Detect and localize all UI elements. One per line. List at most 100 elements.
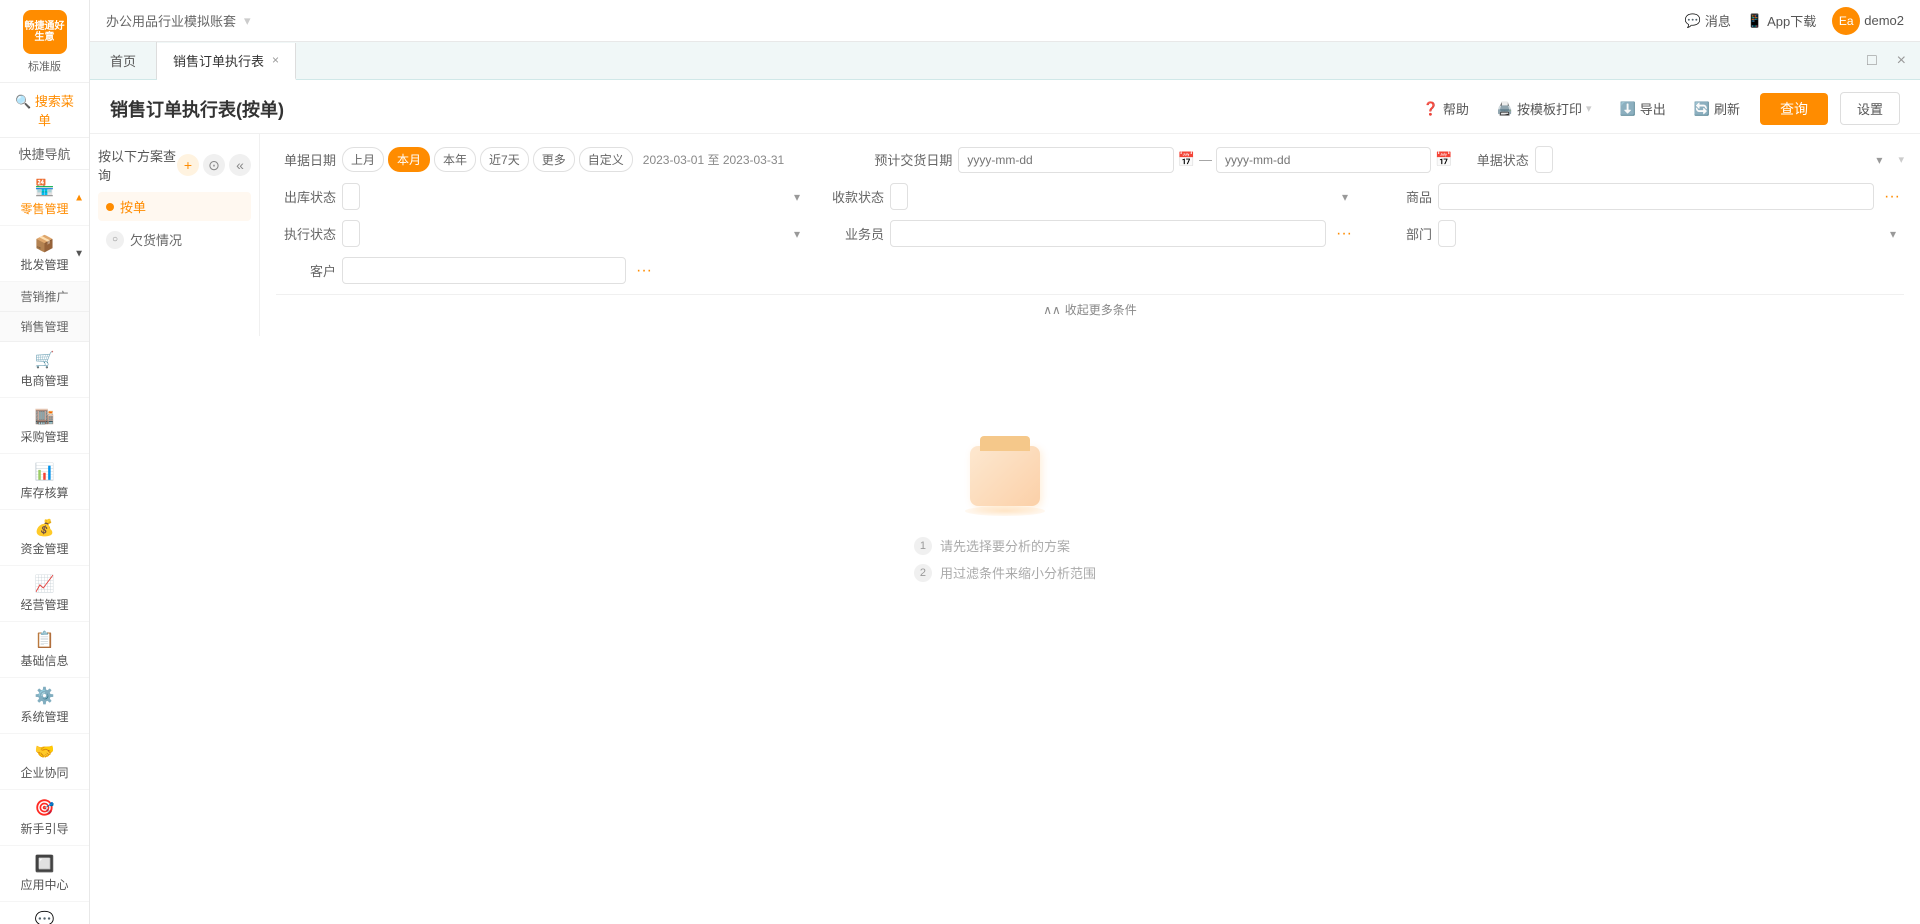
tab-home-label: 首页 bbox=[110, 51, 136, 70]
sidebar-item-inventory[interactable]: 📊 库存核算 bbox=[0, 454, 89, 510]
date-from-input[interactable] bbox=[958, 147, 1173, 173]
filter-row-4: 客户 ··· bbox=[276, 257, 1904, 284]
finance-icon: 💰 bbox=[35, 518, 55, 538]
newbie-icon: 🎯 bbox=[35, 798, 55, 818]
filter-collapse-btn[interactable]: ∧∧ 收起更多条件 bbox=[276, 294, 1904, 324]
app-download-btn[interactable]: 📱 App下载 bbox=[1747, 11, 1816, 30]
help-icon: ❓ bbox=[1423, 101, 1439, 117]
sidebar-item-newbie[interactable]: 🎯 新手引导 bbox=[0, 790, 89, 846]
header-breadcrumb-area: 办公用品行业模拟账套 ▾ bbox=[106, 11, 251, 30]
filter-tag-7days[interactable]: 近7天 bbox=[480, 147, 529, 172]
sidebar-item-marketing[interactable]: 营销推广 bbox=[0, 282, 89, 312]
tip-num-2: 2 bbox=[914, 564, 932, 582]
filter-tag-this-year[interactable]: 本年 bbox=[434, 147, 476, 172]
filter-settings-btn[interactable]: ⊙ bbox=[203, 154, 225, 176]
tip-num-1: 1 bbox=[914, 537, 932, 555]
filter-sidebar-header: 按以下方案查询 + ⊙ « bbox=[98, 146, 251, 184]
main-content: 办公用品行业模拟账套 ▾ 💬 消息 📱 App下载 Ea demo2 首页 bbox=[90, 0, 1920, 924]
filter-tag-more[interactable]: 更多 bbox=[533, 147, 575, 172]
salesperson-more-btn[interactable]: ··· bbox=[1332, 225, 1356, 243]
filter-group-predicted-date: 预计交货日期 📅 — 📅 bbox=[872, 147, 1452, 173]
settings-btn[interactable]: 设置 bbox=[1840, 92, 1900, 125]
sidebar-item-finance[interactable]: 💰 资金管理 bbox=[0, 510, 89, 566]
filter-plan-sub-item-backorder[interactable]: ○ 欠货情况 bbox=[98, 225, 251, 254]
sidebar-item-enterprise[interactable]: 🤝 企业协同 bbox=[0, 734, 89, 790]
sidebar-item-operations-label: 经营管理 bbox=[20, 596, 68, 613]
query-btn[interactable]: 查询 bbox=[1760, 93, 1828, 125]
message-btn[interactable]: 💬 消息 bbox=[1685, 11, 1731, 30]
template-print-label: 按模板打印 bbox=[1517, 99, 1582, 118]
goods-label: 商品 bbox=[1372, 187, 1432, 206]
status-label: 单据状态 bbox=[1469, 150, 1529, 169]
empty-tips: 1 请先选择要分析的方案 2 用过滤条件来缩小分析范围 bbox=[914, 536, 1096, 590]
app-logo-icon[interactable]: 畅捷通好生意 bbox=[23, 10, 67, 54]
help-btn[interactable]: ❓ 帮助 bbox=[1415, 95, 1477, 122]
retail-expand-icon: ▲ bbox=[74, 192, 84, 203]
tab-home[interactable]: 首页 bbox=[90, 42, 157, 79]
sidebar-item-system[interactable]: ⚙️ 系统管理 bbox=[0, 678, 89, 734]
status-select[interactable] bbox=[1535, 146, 1553, 173]
sidebar-quick-nav[interactable]: 快捷导航 bbox=[0, 138, 89, 170]
sidebar-search[interactable]: 🔍 搜索菜单 bbox=[0, 83, 89, 138]
sidebar-item-retail[interactable]: 🏪 零售管理 ▲ bbox=[0, 170, 89, 226]
breadcrumb-arrow[interactable]: ▾ bbox=[244, 13, 251, 29]
filter-tag-last-month[interactable]: 上月 bbox=[342, 147, 384, 172]
user-profile-btn[interactable]: Ea demo2 bbox=[1832, 7, 1904, 35]
filter-area: 按以下方案查询 + ⊙ « 按单 ○ 欠货情况 bbox=[90, 134, 1920, 336]
export-label: 导出 bbox=[1640, 99, 1666, 118]
filter-sidebar-header-actions: + ⊙ « bbox=[177, 154, 251, 176]
tab-close-btn[interactable]: × bbox=[272, 53, 279, 67]
sidebar-item-enterprise-label: 企业协同 bbox=[20, 764, 68, 781]
export-btn[interactable]: ⬇️ 导出 bbox=[1612, 95, 1674, 122]
filter-tag-this-month[interactable]: 本月 bbox=[388, 147, 430, 172]
refresh-btn[interactable]: 🔄 刷新 bbox=[1686, 95, 1748, 122]
payment-status-select[interactable] bbox=[890, 183, 908, 210]
exec-status-select[interactable] bbox=[342, 220, 360, 247]
filter-group-exec-status: 执行状态 bbox=[276, 220, 808, 247]
empty-state: 1 请先选择要分析的方案 2 用过滤条件来缩小分析范围 bbox=[90, 336, 1920, 670]
filter-date-tags: 上月 本月 本年 近7天 更多 自定义 bbox=[342, 147, 633, 172]
goods-input[interactable] bbox=[1438, 183, 1874, 210]
date-from-calendar-icon[interactable]: 📅 bbox=[1178, 151, 1195, 168]
tab-sales-order[interactable]: 销售订单执行表 × bbox=[157, 43, 296, 80]
sidebar-item-ecommerce[interactable]: 🛒 电商管理 bbox=[0, 342, 89, 398]
date-separator: — bbox=[1199, 152, 1212, 167]
filter-exec-status-wrapper bbox=[342, 220, 808, 247]
filter-sidebar-title: 按以下方案查询 bbox=[98, 146, 177, 184]
sidebar-item-purchase[interactable]: 🏬 采购管理 bbox=[0, 398, 89, 454]
sidebar-item-basics[interactable]: 📋 基础信息 bbox=[0, 622, 89, 678]
salesperson-input[interactable] bbox=[890, 220, 1326, 247]
date-to-calendar-icon[interactable]: 📅 bbox=[1435, 151, 1452, 168]
sidebar-item-inventory-label: 库存核算 bbox=[20, 484, 68, 501]
template-print-btn[interactable]: 🖨️ 按模板打印 ▾ bbox=[1489, 95, 1600, 122]
tab-expand-btn[interactable]: □ bbox=[1861, 50, 1883, 72]
dept-select[interactable] bbox=[1438, 220, 1456, 247]
filter-collapse-sidebar-btn[interactable]: « bbox=[229, 154, 251, 176]
customer-input[interactable] bbox=[342, 257, 626, 284]
payment-status-label: 收款状态 bbox=[824, 187, 884, 206]
out-status-select[interactable] bbox=[342, 183, 360, 210]
goods-more-btn[interactable]: ··· bbox=[1880, 188, 1904, 206]
sidebar-item-wholesale[interactable]: 📦 批发管理 ▼ bbox=[0, 226, 89, 282]
sidebar-item-operations[interactable]: 📈 经营管理 bbox=[0, 566, 89, 622]
tip-text-2: 用过滤条件来缩小分析范围 bbox=[940, 563, 1096, 582]
sidebar-item-enterprise-wechat[interactable]: 💬 企业微信 bbox=[0, 902, 89, 924]
collapse-icon: ∧∧ bbox=[1043, 303, 1061, 317]
app-center-icon: 🔲 bbox=[35, 854, 55, 874]
page-content: 销售订单执行表(按单) ❓ 帮助 🖨️ 按模板打印 ▾ ⬇️ 导出 bbox=[90, 80, 1920, 924]
purchase-icon: 🏬 bbox=[35, 406, 55, 426]
customer-more-btn[interactable]: ··· bbox=[632, 262, 656, 280]
date-to-input[interactable] bbox=[1216, 147, 1431, 173]
filter-plan-item-byorder[interactable]: 按单 bbox=[98, 192, 251, 221]
message-icon: 💬 bbox=[1685, 13, 1701, 29]
sidebar-item-app-center[interactable]: 🔲 应用中心 bbox=[0, 846, 89, 902]
retail-icon: 🏪 bbox=[35, 178, 55, 198]
collapse-label: 收起更多条件 bbox=[1065, 301, 1137, 318]
tab-close-all-btn[interactable]: × bbox=[1891, 50, 1912, 72]
sidebar-item-sales[interactable]: 销售管理 bbox=[0, 312, 89, 342]
tip-text-1: 请先选择要分析的方案 bbox=[940, 536, 1070, 555]
filter-tag-custom[interactable]: 自定义 bbox=[579, 147, 633, 172]
filter-add-btn[interactable]: + bbox=[177, 154, 199, 176]
tab-sales-order-label: 销售订单执行表 bbox=[173, 51, 264, 70]
filter-row-1: 单据日期 上月 本月 本年 近7天 更多 自定义 2023-03-01 至 20… bbox=[276, 146, 1904, 173]
